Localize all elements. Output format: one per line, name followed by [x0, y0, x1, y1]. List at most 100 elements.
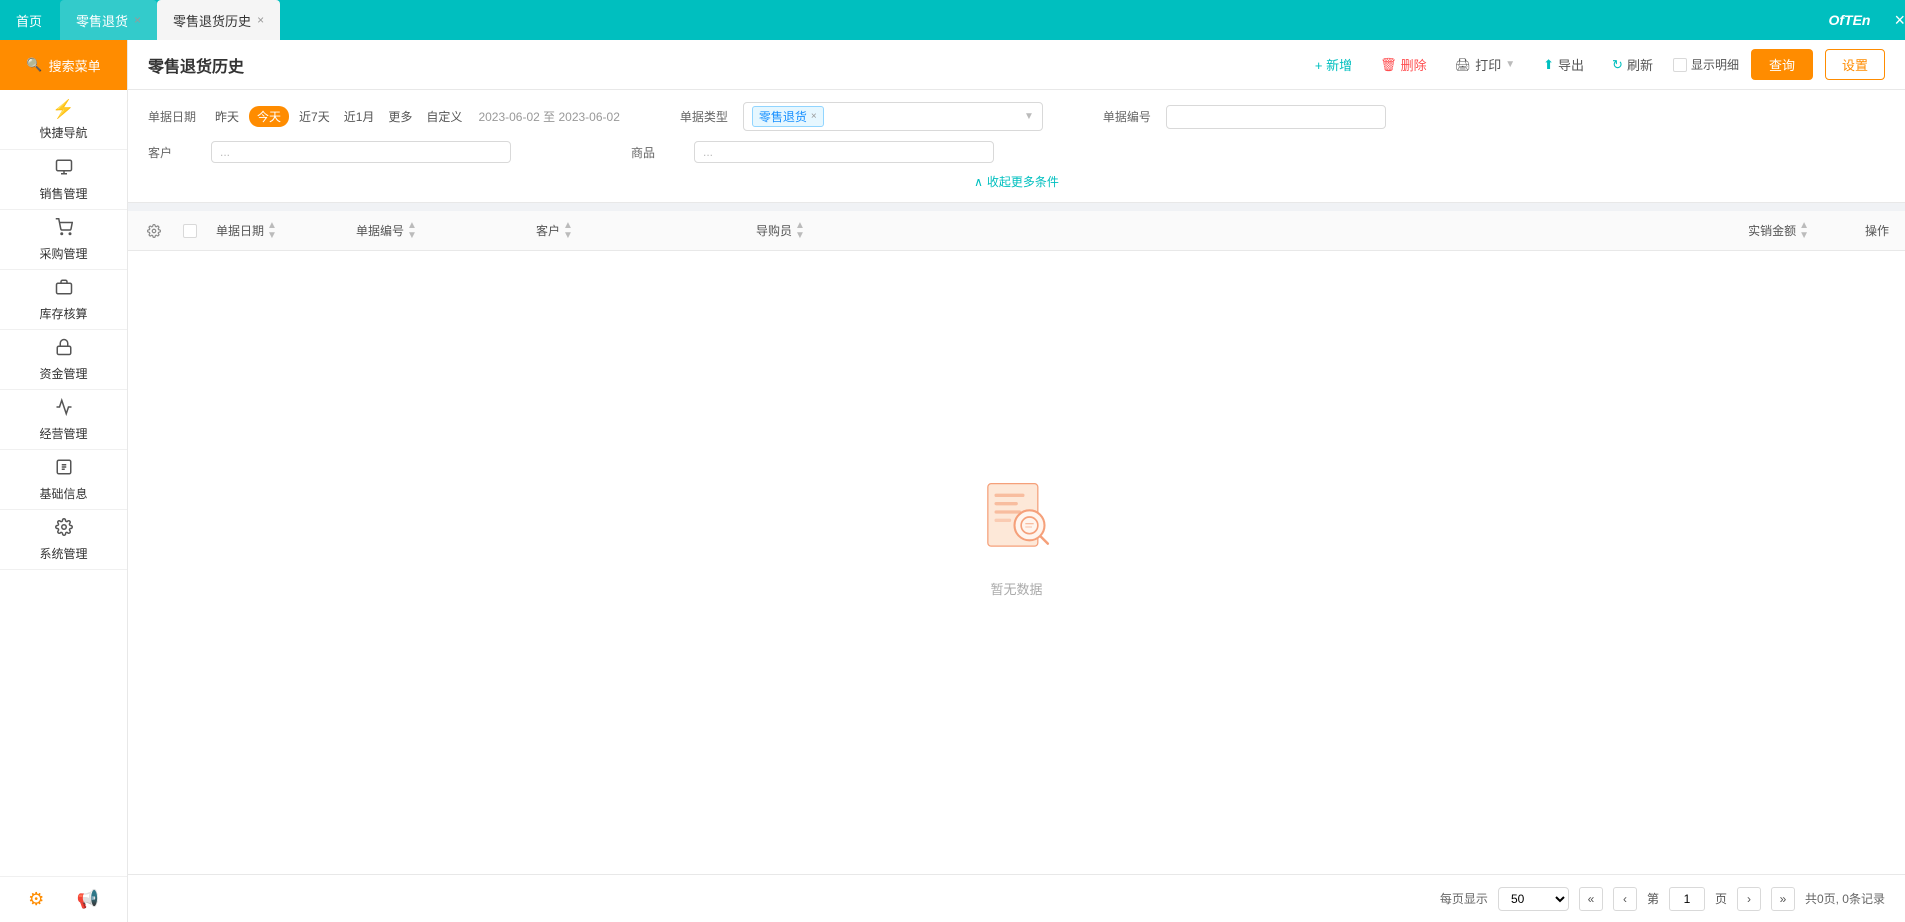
table-container: 单据日期 ▲▼ 单据编号 ▲▼ 客户 ▲▼ — [128, 211, 1905, 874]
top-bar: 首页 零售退货 × 零售退货历史 × OfTEn × — [0, 0, 1905, 40]
speaker-bottom-icon[interactable]: 📢 — [76, 889, 98, 910]
close-tab-history[interactable]: × — [257, 13, 264, 27]
sidebar-item-label: 快捷导航 — [39, 124, 87, 141]
check-all-checkbox[interactable] — [183, 224, 197, 238]
delete-button[interactable]: 🗑 删除 — [1372, 51, 1435, 78]
sort-guide-icon: ▲▼ — [795, 221, 805, 241]
sort-billno-icon: ▲▼ — [407, 221, 417, 241]
sidebar-item-label: 资金管理 — [39, 365, 87, 382]
date-options: 昨天 今天 近7天 近1月 更多 自定义 — [211, 106, 466, 127]
last-page-button[interactable]: » — [1771, 887, 1795, 911]
date-range-display: 2023-06-02 至 2023-06-02 — [478, 108, 619, 125]
tab-retail-return[interactable]: 零售退货 × — [60, 0, 157, 40]
print-button[interactable]: 🖨 打印 ▼ — [1447, 51, 1523, 78]
date-opt-custom[interactable]: 自定义 — [422, 106, 466, 127]
th-guide[interactable]: 导购员 ▲▼ — [748, 221, 948, 241]
bill-no-input[interactable] — [1166, 105, 1386, 129]
page-number-input[interactable] — [1669, 887, 1705, 911]
sidebar-item-quick-nav[interactable]: ⚡ 快捷导航 — [0, 90, 127, 150]
new-button[interactable]: + 新增 — [1307, 51, 1360, 78]
export-icon: ⬆ — [1543, 57, 1554, 73]
goods-label: 商品 — [631, 144, 686, 161]
query-button[interactable]: 查询 — [1751, 49, 1813, 80]
date-opt-today[interactable]: 今天 — [249, 106, 289, 127]
goods-input[interactable]: ... — [694, 141, 994, 163]
date-opt-yesterday[interactable]: 昨天 — [211, 106, 243, 127]
brand-label: OfTEn — [1828, 12, 1870, 28]
sort-amount-icon: ▲▼ — [1799, 221, 1809, 241]
bill-type-tag: 零售退货 × — [752, 106, 824, 127]
first-page-button[interactable]: « — [1579, 887, 1603, 911]
date-filter: 单据日期 昨天 今天 近7天 近1月 更多 自定义 2023-06-02 至 2… — [148, 106, 620, 127]
sidebar-item-purchase[interactable]: 采购管理 — [0, 210, 127, 270]
filter-row-1: 单据日期 昨天 今天 近7天 近1月 更多 自定义 2023-06-02 至 2… — [148, 102, 1885, 131]
bill-no-label: 单据编号 — [1103, 108, 1158, 125]
goods-placeholder: ... — [703, 145, 713, 159]
date-opt-more[interactable]: 更多 — [384, 106, 416, 127]
empty-icon — [967, 467, 1067, 567]
sidebar-search-label: 搜索菜单 — [49, 56, 101, 75]
checkbox-show-detail[interactable] — [1673, 58, 1687, 72]
pagination-bar: 每页显示 20 50 100 « ‹ 第 页 › » 共0页, 0条记录 — [128, 874, 1905, 922]
date-opt-7days[interactable]: 近7天 — [295, 106, 334, 127]
quick-nav-icon: ⚡ — [52, 99, 74, 120]
print-dropdown-icon: ▼ — [1505, 59, 1515, 70]
page-header: 零售退货历史 + 新增 🗑 删除 🖨 打印 ▼ ⬆ 导出 — [128, 40, 1905, 90]
trash-icon: 🗑 — [1380, 57, 1397, 73]
sidebar-item-label: 采购管理 — [39, 245, 87, 262]
sidebar-item-finance[interactable]: 资金管理 — [0, 330, 127, 390]
bill-type-tag-close[interactable]: × — [811, 111, 817, 122]
sidebar-item-label: 基础信息 — [39, 485, 87, 502]
collapse-filter-btn[interactable]: ∧ 收起更多条件 — [974, 173, 1059, 190]
page-size-label: 每页显示 — [1440, 890, 1488, 907]
bill-type-input[interactable]: 零售退货 × ▼ — [743, 102, 1043, 131]
sidebar-item-operation[interactable]: 经营管理 — [0, 390, 127, 450]
filter-area: 单据日期 昨天 今天 近7天 近1月 更多 自定义 2023-06-02 至 2… — [128, 90, 1905, 203]
filter-row-2: 客户 ... 商品 ... — [148, 141, 1885, 163]
th-check-all[interactable] — [172, 224, 208, 238]
sidebar-item-basic-info[interactable]: 基础信息 — [0, 450, 127, 510]
th-settings[interactable] — [136, 224, 172, 238]
sort-customer-icon: ▲▼ — [563, 221, 573, 241]
basic-info-icon — [55, 458, 73, 481]
close-tab-retail-return[interactable]: × — [134, 13, 141, 27]
bill-no-filter: 单据编号 — [1103, 105, 1386, 129]
th-action: 操作 — [1817, 222, 1897, 239]
th-date[interactable]: 单据日期 ▲▼ — [208, 221, 348, 241]
sidebar-item-sales[interactable]: 销售管理 — [0, 150, 127, 210]
topbar-right: OfTEn — [1828, 12, 1886, 28]
setting-button[interactable]: 设置 — [1825, 49, 1885, 80]
th-amount[interactable]: 实销金额 ▲▼ — [1697, 221, 1817, 241]
th-customer[interactable]: 客户 ▲▼ — [528, 221, 748, 241]
page-size-select[interactable]: 20 50 100 — [1498, 887, 1569, 911]
sidebar-search[interactable]: 🔍 搜索菜单 — [0, 40, 127, 90]
sidebar-item-inventory[interactable]: 库存核算 — [0, 270, 127, 330]
page-title: 零售退货历史 — [148, 53, 244, 77]
sidebar-item-label: 销售管理 — [39, 185, 87, 202]
customer-input[interactable]: ... — [211, 141, 511, 163]
sidebar-bottom: ⚙ 📢 — [0, 876, 127, 922]
purchase-icon — [55, 218, 73, 241]
tab-retail-return-history[interactable]: 零售退货历史 × — [157, 0, 280, 40]
empty-state: 暂无数据 — [128, 251, 1905, 874]
empty-text: 暂无数据 — [990, 579, 1042, 598]
date-opt-1month[interactable]: 近1月 — [340, 106, 379, 127]
show-detail-toggle[interactable]: 显示明细 — [1673, 56, 1739, 73]
prev-page-button[interactable]: ‹ — [1613, 887, 1637, 911]
page-label-suffix: 页 — [1715, 890, 1727, 907]
next-page-button[interactable]: › — [1737, 887, 1761, 911]
export-button[interactable]: ⬆ 导出 — [1535, 51, 1592, 78]
sort-date-icon: ▲▼ — [267, 221, 277, 241]
sidebar-item-system[interactable]: 系统管理 — [0, 510, 127, 570]
tab-home[interactable]: 首页 — [0, 0, 58, 40]
chevron-up-icon: ∧ — [974, 175, 983, 189]
window-close-button[interactable]: × — [1894, 10, 1905, 31]
settings-bottom-icon[interactable]: ⚙ — [28, 889, 44, 910]
bill-type-filter: 单据类型 零售退货 × ▼ — [680, 102, 1043, 131]
main-layout: 🔍 搜索菜单 ⚡ 快捷导航 销售管理 采购管理 库存核算 — [0, 40, 1905, 922]
page-label-prefix: 第 — [1647, 890, 1659, 907]
th-billno[interactable]: 单据编号 ▲▼ — [348, 221, 528, 241]
refresh-button[interactable]: ↻ 刷新 — [1604, 51, 1661, 78]
sidebar-item-label: 系统管理 — [39, 545, 87, 562]
bill-type-label: 单据类型 — [680, 108, 735, 125]
